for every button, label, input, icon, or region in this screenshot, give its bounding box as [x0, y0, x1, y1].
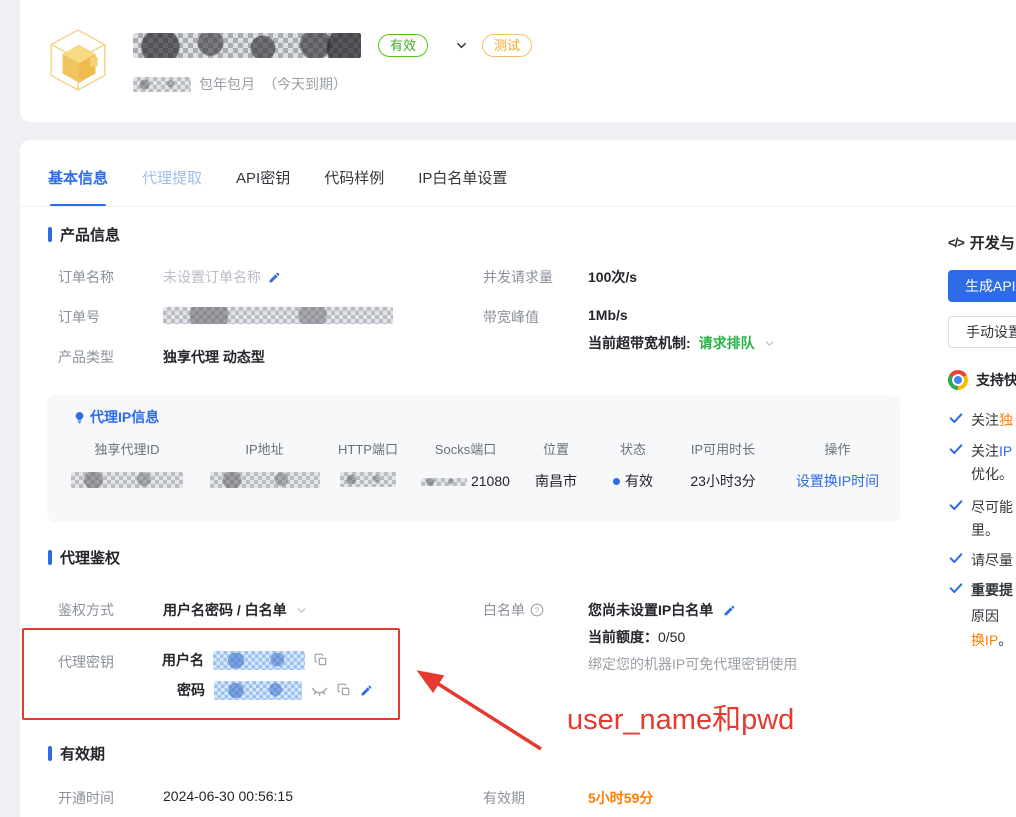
- product-type-value: 独享代理 动态型: [163, 347, 265, 367]
- chevron-down-icon[interactable]: [454, 38, 469, 53]
- expiry-note: （今天到期）: [263, 74, 347, 94]
- question-circle-icon[interactable]: ?: [530, 603, 544, 617]
- check-icon: [948, 550, 964, 566]
- col-location: 位置: [517, 439, 595, 458]
- open-time-value: 2024-06-30 00:56:15: [163, 788, 293, 804]
- auth-method-value[interactable]: 用户名密码 / 白名单: [163, 600, 287, 620]
- col-ip: IP地址: [207, 439, 322, 458]
- check-icon: [948, 580, 964, 596]
- section-title-product-info: 产品信息: [48, 224, 120, 245]
- order-header-card: 有效 测试 包年包月 （今天到期）: [20, 0, 1016, 122]
- svg-text:?: ?: [535, 606, 539, 615]
- proxy-ip-panel-title-text: 代理IP信息: [90, 407, 159, 427]
- check-icon: [948, 410, 964, 426]
- order-subtitle: 包年包月 （今天到期）: [133, 74, 347, 94]
- edit-order-name-icon[interactable]: [268, 271, 281, 284]
- cell-socks-port: 21080: [414, 473, 517, 489]
- whitelist-hint: 绑定您的机器IP可免代理密钥使用: [588, 654, 797, 674]
- page: 有效 测试 包年包月 （今天到期） 基本信息 代理提取 API密钥 代码样例 I…: [0, 0, 1016, 817]
- tip-continuation: 原因: [971, 606, 999, 626]
- tab-api-key[interactable]: API密钥: [236, 167, 290, 207]
- order-no-label: 订单号: [58, 307, 100, 327]
- whitelist-label: 白名单: [483, 600, 525, 620]
- cell-location: 南昌市: [517, 471, 595, 491]
- masked-order-id: [133, 33, 361, 58]
- proxy-ip-panel-title: 代理IP信息: [73, 407, 159, 427]
- tip-continuation: 换IP。: [971, 630, 1012, 650]
- over-bandwidth-label: 当前超带宽机制:: [588, 333, 691, 353]
- cell-duration: 23小时3分: [671, 471, 775, 491]
- section-title-proxy-auth: 代理鉴权: [48, 547, 120, 568]
- tip-continuation: 里。: [971, 520, 999, 540]
- test-badge: 测试: [482, 34, 532, 57]
- chrome-icon: [948, 370, 968, 390]
- annotation-highlight-box: [22, 628, 400, 720]
- tab-divider: [20, 206, 1016, 207]
- sidebar-title: 开发与: [970, 232, 1015, 253]
- billing-type: 包年包月: [199, 74, 255, 94]
- product-cube-icon: [45, 27, 111, 93]
- code-icon: </>: [948, 235, 964, 250]
- tip-item: 关注独: [948, 410, 1013, 430]
- tab-proxy-extract[interactable]: 代理提取: [142, 167, 202, 207]
- tip-continuation: 优化。: [971, 464, 1013, 484]
- tab-code-sample[interactable]: 代码样例: [324, 167, 384, 207]
- tip-item: 重要提: [948, 580, 1013, 600]
- col-http-port: HTTP端口: [322, 439, 414, 458]
- concurrency-label: 并发请求量: [483, 267, 553, 287]
- proxy-table-header: 独享代理ID IP地址 HTTP端口 Socks端口 位置 状态 IP可用时长 …: [47, 439, 900, 458]
- quota-value: 0/50: [658, 629, 685, 645]
- edit-whitelist-icon[interactable]: [723, 604, 736, 617]
- proxy-table-row: 21080 南昌市 有效 23小时3分 设置换IP时间: [47, 471, 900, 491]
- tip-item: 关注IP: [948, 441, 1012, 461]
- over-bandwidth-mode[interactable]: 请求排队: [699, 333, 755, 353]
- manual-setup-button[interactable]: 手动设置: [948, 316, 1016, 348]
- bandwidth-label: 带宽峰值: [483, 307, 539, 327]
- tab-ip-whitelist[interactable]: IP白名单设置: [418, 167, 507, 207]
- set-ip-rotate-time-link[interactable]: 设置换IP时间: [775, 471, 900, 491]
- annotation-arrow: [405, 660, 555, 755]
- masked-subtitle-text: [133, 77, 191, 92]
- validity-period-value: 5小时59分: [588, 788, 653, 808]
- chrome-support-text: 支持快: [976, 370, 1016, 390]
- section-title-validity: 有效期: [48, 743, 105, 764]
- quota-label: 当前额度：: [588, 629, 658, 645]
- cell-ip: [207, 472, 322, 491]
- order-name-value: 未设置订单名称: [163, 267, 261, 287]
- cell-status: 有效: [595, 471, 671, 491]
- annotation-text: user_name和pwd: [567, 696, 794, 738]
- col-proxy-id: 独享代理ID: [47, 439, 207, 458]
- cell-http-port: [322, 472, 414, 490]
- lightbulb-icon: [73, 411, 86, 424]
- open-time-label: 开通时间: [58, 788, 114, 808]
- auth-method-chevron-icon[interactable]: [295, 604, 308, 617]
- proxy-ip-panel: 代理IP信息 独享代理ID IP地址 HTTP端口 Socks端口 位置 状态 …: [47, 395, 900, 522]
- concurrency-value: 100次/s: [588, 267, 637, 287]
- col-socks-port: Socks端口: [414, 439, 517, 458]
- whitelist-status: 您尚未设置IP白名单: [588, 600, 713, 620]
- order-name-label: 订单名称: [58, 267, 114, 287]
- tip-item: 尽可能: [948, 497, 1013, 517]
- col-action: 操作: [775, 439, 900, 458]
- check-icon: [948, 497, 964, 513]
- tab-bar: 基本信息 代理提取 API密钥 代码样例 IP白名单设置: [48, 167, 507, 207]
- col-duration: IP可用时长: [671, 439, 775, 458]
- tip-item: 请尽量: [948, 550, 1013, 570]
- status-dot: [613, 478, 620, 485]
- col-status: 状态: [595, 439, 671, 458]
- bandwidth-value: 1Mb/s: [588, 307, 628, 323]
- check-icon: [948, 441, 964, 457]
- over-bandwidth-chevron-icon[interactable]: [763, 337, 776, 350]
- status-badge: 有效: [378, 34, 428, 57]
- product-type-label: 产品类型: [58, 347, 114, 367]
- masked-order-no: [163, 307, 393, 324]
- cell-proxy-id: [47, 472, 207, 491]
- tab-basic-info[interactable]: 基本信息: [48, 167, 108, 207]
- auth-method-label: 鉴权方式: [58, 600, 114, 620]
- generate-api-button[interactable]: 生成API: [948, 270, 1016, 302]
- validity-period-label: 有效期: [483, 788, 525, 808]
